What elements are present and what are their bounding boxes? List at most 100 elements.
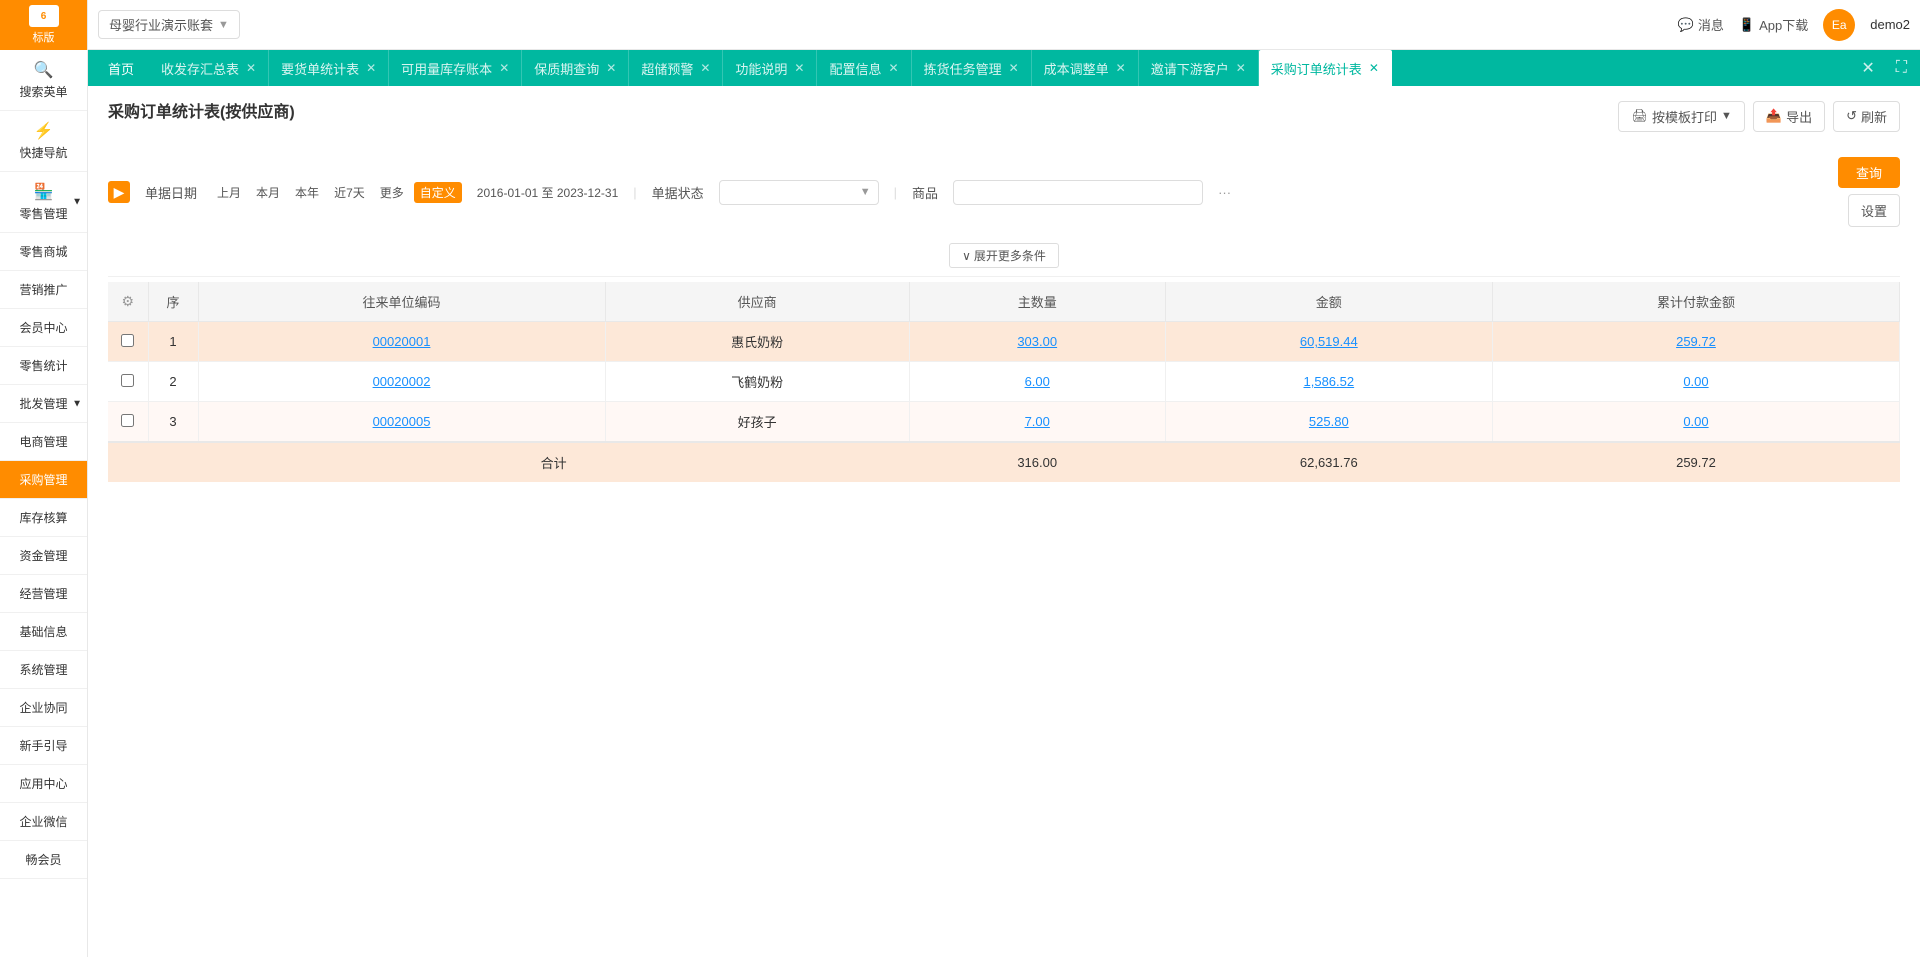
expand-more-btn[interactable]: ∨ 展开更多条件 [949, 243, 1059, 268]
close-tab-invite-down[interactable]: ✕ [1236, 61, 1246, 75]
checkbox[interactable] [121, 374, 134, 387]
app-download-btn[interactable]: 📱 App下载 [1739, 15, 1808, 34]
close-tab-icon[interactable]: ✕ [1853, 55, 1882, 81]
tab-overstock[interactable]: 超储预警 ✕ [629, 50, 723, 86]
tab-order-stats[interactable]: 要货单统计表 ✕ [269, 50, 389, 86]
row-supplier-code[interactable]: 00020002 [198, 362, 605, 402]
sidebar-item-wechat[interactable]: 企业微信 [0, 803, 87, 841]
sidebar-item-members[interactable]: 会员中心 [0, 309, 87, 347]
tab-home[interactable]: 首页 [93, 59, 149, 78]
tab-recv-send[interactable]: 收发存汇总表 ✕ [149, 50, 269, 86]
footer-paid: 259.72 [1492, 442, 1899, 482]
row-paid[interactable]: 0.00 [1492, 402, 1899, 443]
sidebar-item-retail[interactable]: 🏪 零售管理 ▼ [0, 172, 87, 233]
col-amount: 金额 [1165, 282, 1492, 322]
sidebar-item-operations[interactable]: 经营管理 [0, 575, 87, 613]
goods-more-icon[interactable]: ··· [1218, 185, 1231, 200]
sidebar-item-retail-mall[interactable]: 零售商城 [0, 233, 87, 271]
settings-gear-icon[interactable]: ⚙ [121, 293, 134, 309]
print-btn[interactable]: 🖨 按模板打印 ▼ [1618, 101, 1744, 132]
row-paid[interactable]: 0.00 [1492, 362, 1899, 402]
sidebar-item-marketing[interactable]: 营销推广 [0, 271, 87, 309]
user-name[interactable]: demo2 [1870, 17, 1910, 32]
export-btn[interactable]: 📤 导出 [1753, 101, 1825, 132]
shortcut-more[interactable]: 更多 [375, 182, 409, 203]
col-settings[interactable]: ⚙ [108, 282, 148, 322]
close-tab-func-desc[interactable]: ✕ [794, 61, 804, 75]
footer-empty-1 [108, 442, 148, 482]
refresh-btn[interactable]: ↺ 刷新 [1833, 101, 1900, 132]
table-row[interactable]: 3 00020005 好孩子 7.00 525.80 0.00 [108, 402, 1900, 443]
shortcut-custom[interactable]: 自定义 [414, 182, 462, 203]
close-tab-overstock[interactable]: ✕ [700, 61, 710, 75]
shortcut-this-month[interactable]: 本月 [251, 182, 285, 203]
tab-invite-down[interactable]: 邀请下游客户 ✕ [1139, 50, 1259, 86]
checkbox[interactable] [121, 414, 134, 427]
shortcut-this-year[interactable]: 本年 [290, 182, 324, 203]
sidebar-item-wholesale[interactable]: 批发管理 ▼ [0, 385, 87, 423]
app-logo[interactable]: 6 标版 [0, 0, 87, 50]
tab-func-desc[interactable]: 功能说明 ✕ [723, 50, 817, 86]
avatar[interactable]: Ea [1823, 9, 1855, 41]
sidebar-item-search[interactable]: 🔍 搜索英单 [0, 50, 87, 111]
sidebar-item-retail-stats[interactable]: 零售统计 [0, 347, 87, 385]
sidebar-item-purchase[interactable]: 采购管理 [0, 461, 87, 499]
tab-cost-adjust[interactable]: 成本调整单 ✕ [1032, 50, 1139, 86]
message-btn[interactable]: 💬 消息 [1678, 15, 1724, 34]
tab-inventory-book[interactable]: 可用量库存账本 ✕ [389, 50, 522, 86]
row-qty[interactable]: 7.00 [909, 402, 1165, 443]
row-amount[interactable]: 1,586.52 [1165, 362, 1492, 402]
row-amount[interactable]: 60,519.44 [1165, 322, 1492, 362]
row-supplier: 飞鹤奶粉 [605, 362, 909, 402]
settings-btn[interactable]: 设置 [1848, 194, 1900, 227]
page-header-row: 采购订单统计表(按供应商) 🖨 按模板打印 ▼ 📤 导出 ↺ 刷新 [88, 86, 1920, 134]
table-row[interactable]: 1 00020001 惠氏奶粉 303.00 60,519.44 259.72 [108, 322, 1900, 362]
close-tab-pick-task[interactable]: ✕ [1009, 61, 1019, 75]
close-tab-recv-send[interactable]: ✕ [246, 61, 256, 75]
sidebar-item-shortcuts[interactable]: ⚡ 快捷导航 [0, 111, 87, 172]
logo-label: 标版 [33, 29, 55, 45]
row-qty[interactable]: 303.00 [909, 322, 1165, 362]
row-supplier-code[interactable]: 00020001 [198, 322, 605, 362]
row-supplier-code[interactable]: 00020005 [198, 402, 605, 443]
filter-toggle-btn[interactable]: ▶ [108, 181, 130, 203]
shortcut-7-days[interactable]: 近7天 [329, 182, 370, 203]
sidebar-item-system[interactable]: 系统管理 [0, 651, 87, 689]
sidebar-item-apps[interactable]: 应用中心 [0, 765, 87, 803]
row-paid[interactable]: 259.72 [1492, 322, 1899, 362]
sidebar-item-enterprise[interactable]: 企业协同 [0, 689, 87, 727]
checkbox[interactable] [121, 334, 134, 347]
goods-input[interactable] [953, 180, 1203, 205]
tab-purchase-stats[interactable]: 采购订单统计表 ✕ [1259, 50, 1392, 86]
close-tab-purchase-stats[interactable]: ✕ [1369, 61, 1379, 75]
expand-tab-icon[interactable]: ⛶ [1888, 56, 1915, 80]
sidebar-item-ecommerce[interactable]: 电商管理 [0, 423, 87, 461]
sidebar-item-vip[interactable]: 畅会员 [0, 841, 87, 879]
close-tab-cost-adjust[interactable]: ✕ [1116, 61, 1126, 75]
header-right: 💬 消息 📱 App下载 Ea demo2 [1678, 9, 1910, 41]
row-checkbox[interactable] [108, 362, 148, 402]
chevron-down-icon: ▼ [72, 197, 82, 208]
tab-pick-task[interactable]: 拣货任务管理 ✕ [912, 50, 1032, 86]
tab-warranty[interactable]: 保质期查询 ✕ [522, 50, 629, 86]
status-select[interactable] [719, 180, 879, 205]
row-amount[interactable]: 525.80 [1165, 402, 1492, 443]
sidebar-item-basics[interactable]: 基础信息 [0, 613, 87, 651]
sidebar-item-inventory[interactable]: 库存核算 [0, 499, 87, 537]
sidebar-item-newbie[interactable]: 新手引导 [0, 727, 87, 765]
close-tab-order-stats[interactable]: ✕ [366, 61, 376, 75]
close-tab-inventory-book[interactable]: ✕ [499, 61, 509, 75]
close-tab-config[interactable]: ✕ [889, 61, 899, 75]
shortcut-last-month[interactable]: 上月 [212, 182, 246, 203]
tab-config[interactable]: 配置信息 ✕ [817, 50, 911, 86]
row-qty[interactable]: 6.00 [909, 362, 1165, 402]
table-row[interactable]: 2 00020002 飞鹤奶粉 6.00 1,586.52 0.00 [108, 362, 1900, 402]
query-btn[interactable]: 查询 [1838, 157, 1900, 188]
date-range: 2016-01-01 至 2023-12-31 [477, 184, 618, 201]
close-tab-warranty[interactable]: ✕ [606, 61, 616, 75]
row-checkbox[interactable] [108, 402, 148, 443]
logo-icon: 6 [29, 5, 59, 27]
sidebar-item-finance[interactable]: 资金管理 [0, 537, 87, 575]
workspace-selector[interactable]: 母婴行业演示账套 ▼ [98, 10, 240, 39]
row-checkbox[interactable] [108, 322, 148, 362]
